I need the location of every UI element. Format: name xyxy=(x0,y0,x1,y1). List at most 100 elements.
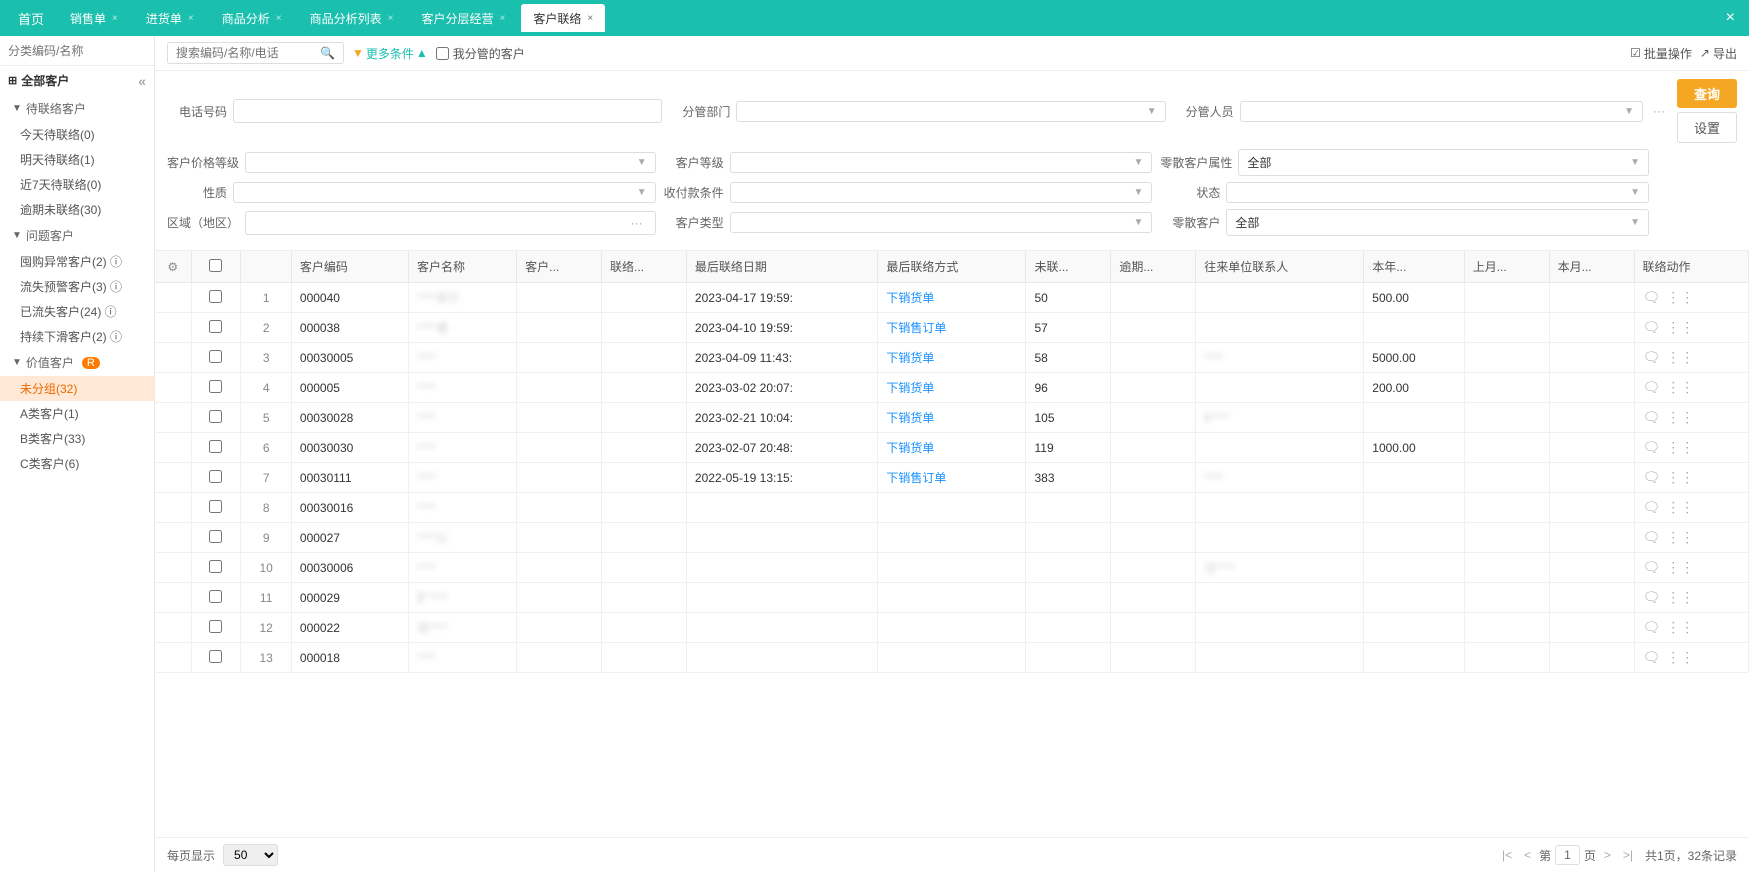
th-last-date[interactable]: 最后联络日期 xyxy=(686,251,877,283)
nav-tab-analysis[interactable]: 商品分析 × xyxy=(210,4,294,32)
row-checkbox[interactable] xyxy=(191,373,241,403)
sidebar-item-declining[interactable]: 持续下滑客户(2) ⓘ xyxy=(0,324,154,349)
th-type[interactable]: 客户... xyxy=(517,251,602,283)
more-icon[interactable]: ⋮⋮ xyxy=(1666,649,1694,666)
more-icon[interactable]: ⋮⋮ xyxy=(1666,499,1694,516)
retail-attr-select[interactable]: 全部 ▼ xyxy=(1238,149,1649,176)
row-checkbox[interactable] xyxy=(191,463,241,493)
row-checkbox[interactable] xyxy=(191,313,241,343)
row-checkbox[interactable] xyxy=(191,523,241,553)
dots-icon-region[interactable]: ··· xyxy=(627,216,647,230)
customer-level-select[interactable]: ▼ xyxy=(730,152,1153,173)
sidebar-item-tomorrow[interactable]: 明天待联络(1) xyxy=(0,147,154,172)
sidebar-item-a-class[interactable]: A类客户(1) xyxy=(0,401,154,426)
payment-select[interactable]: ▼ xyxy=(730,182,1153,203)
query-button[interactable]: 查询 xyxy=(1677,79,1737,108)
close-all-button[interactable]: × xyxy=(1720,9,1741,27)
row-last-method[interactable]: 下销货单 xyxy=(878,433,1026,463)
call-icon[interactable]: 🗨 xyxy=(1643,649,1661,666)
row-last-method[interactable] xyxy=(878,583,1026,613)
more-icon[interactable]: ⋮⋮ xyxy=(1666,379,1694,396)
nav-tab-customer-contact-close[interactable]: × xyxy=(587,13,593,24)
more-icon[interactable]: ⋮⋮ xyxy=(1666,319,1694,336)
th-contact[interactable]: 联络... xyxy=(602,251,687,283)
prev-page-btn[interactable]: < xyxy=(1520,846,1535,864)
region-select[interactable]: ··· xyxy=(245,211,656,235)
call-icon[interactable]: 🗨 xyxy=(1643,529,1661,546)
row-last-method[interactable]: 下销售订单 xyxy=(878,463,1026,493)
sidebar-search-input[interactable] xyxy=(8,44,155,58)
th-name[interactable]: 客户名称 xyxy=(409,251,517,283)
th-checkbox[interactable] xyxy=(191,251,241,283)
select-all-checkbox[interactable] xyxy=(209,259,222,272)
nav-tab-sales-close[interactable]: × xyxy=(112,13,118,24)
more-icon[interactable]: ⋮⋮ xyxy=(1666,559,1694,576)
last-page-btn[interactable]: >| xyxy=(1619,846,1637,864)
sidebar-item-hoarding[interactable]: 囤购异常客户(2) ⓘ xyxy=(0,249,154,274)
all-customers-header[interactable]: ⊞ 全部客户 « xyxy=(0,66,154,95)
more-icon[interactable]: ⋮⋮ xyxy=(1666,469,1694,486)
row-last-method[interactable]: 下销货单 xyxy=(878,403,1026,433)
th-last-month[interactable]: 上月... xyxy=(1464,251,1549,283)
reset-button[interactable]: 设置 xyxy=(1677,112,1737,143)
first-page-btn[interactable]: |< xyxy=(1498,846,1516,864)
call-icon[interactable]: 🗨 xyxy=(1643,469,1661,486)
row-last-method[interactable] xyxy=(878,553,1026,583)
th-last-method[interactable]: 最后联络方式 xyxy=(878,251,1026,283)
row-last-method[interactable]: 下销货单 xyxy=(878,373,1026,403)
row-checkbox[interactable] xyxy=(191,553,241,583)
nav-tab-customer-seg-close[interactable]: × xyxy=(499,13,505,24)
th-setting[interactable]: ⚙ xyxy=(155,251,191,283)
row-checkbox[interactable] xyxy=(191,613,241,643)
call-icon[interactable]: 🗨 xyxy=(1643,559,1661,576)
call-icon[interactable]: 🗨 xyxy=(1643,349,1661,366)
nav-tab-customer-contact[interactable]: 客户联络 × xyxy=(521,4,605,32)
more-icon[interactable]: ⋮⋮ xyxy=(1666,289,1694,306)
phone-input[interactable] xyxy=(233,99,662,123)
row-last-method[interactable] xyxy=(878,523,1026,553)
th-this-month[interactable]: 本月... xyxy=(1549,251,1634,283)
status-select[interactable]: ▼ xyxy=(1226,182,1649,203)
more-icon[interactable]: ⋮⋮ xyxy=(1666,529,1694,546)
row-checkbox[interactable] xyxy=(191,403,241,433)
more-icon[interactable]: ⋮⋮ xyxy=(1666,589,1694,606)
more-icon[interactable]: ⋮⋮ xyxy=(1666,349,1694,366)
call-icon[interactable]: 🗨 xyxy=(1643,379,1661,396)
current-page-num[interactable]: 1 xyxy=(1555,845,1580,865)
call-icon[interactable]: 🗨 xyxy=(1643,409,1661,426)
nav-tab-purchase[interactable]: 进货单 × xyxy=(134,4,206,32)
person-select[interactable]: ▼ xyxy=(1240,101,1643,122)
nav-tab-customer-seg[interactable]: 客户分层经营 × xyxy=(409,4,517,32)
sidebar-item-churn-warning[interactable]: 流失预警客户(3) ⓘ xyxy=(0,274,154,299)
nav-tab-analysis-list[interactable]: 商品分析列表 × xyxy=(298,4,406,32)
th-not-linked[interactable]: 未联... xyxy=(1026,251,1111,283)
nav-tab-analysis-list-close[interactable]: × xyxy=(388,13,394,24)
more-icon[interactable]: ⋮⋮ xyxy=(1666,619,1694,636)
row-checkbox[interactable] xyxy=(191,643,241,673)
sidebar-item-c-class[interactable]: C类客户(6) xyxy=(0,451,154,476)
row-last-method[interactable] xyxy=(878,613,1026,643)
more-icon[interactable]: ⋮⋮ xyxy=(1666,439,1694,456)
dots-icon-person[interactable]: ··· xyxy=(1649,104,1669,118)
row-last-method[interactable]: 下销售订单 xyxy=(878,313,1026,343)
nav-tab-analysis-close[interactable]: × xyxy=(276,13,282,24)
next-page-btn[interactable]: > xyxy=(1600,846,1615,864)
sidebar-collapse-btn[interactable]: « xyxy=(138,73,146,89)
sidebar-item-today[interactable]: 今天待联络(0) xyxy=(0,122,154,147)
search-icon[interactable]: 🔍 xyxy=(320,46,335,60)
dept-select[interactable]: ▼ xyxy=(736,101,1165,122)
sidebar-group-value[interactable]: ▼ 价值客户 R xyxy=(0,349,154,376)
call-icon[interactable]: 🗨 xyxy=(1643,589,1661,606)
row-last-method[interactable] xyxy=(878,643,1026,673)
call-icon[interactable]: 🗨 xyxy=(1643,619,1661,636)
row-checkbox[interactable] xyxy=(191,583,241,613)
sidebar-item-b-class[interactable]: B类客户(33) xyxy=(0,426,154,451)
price-level-select[interactable]: ▼ xyxy=(245,152,656,173)
call-icon[interactable]: 🗨 xyxy=(1643,499,1661,516)
th-this-year[interactable]: 本年... xyxy=(1364,251,1464,283)
row-checkbox[interactable] xyxy=(191,433,241,463)
th-code[interactable]: 客户编码 xyxy=(291,251,408,283)
more-conditions-btn[interactable]: ▼ 更多条件 ▲ xyxy=(352,45,428,62)
retail-cust-select[interactable]: 全部 ▼ xyxy=(1226,209,1649,236)
row-last-method[interactable] xyxy=(878,493,1026,523)
